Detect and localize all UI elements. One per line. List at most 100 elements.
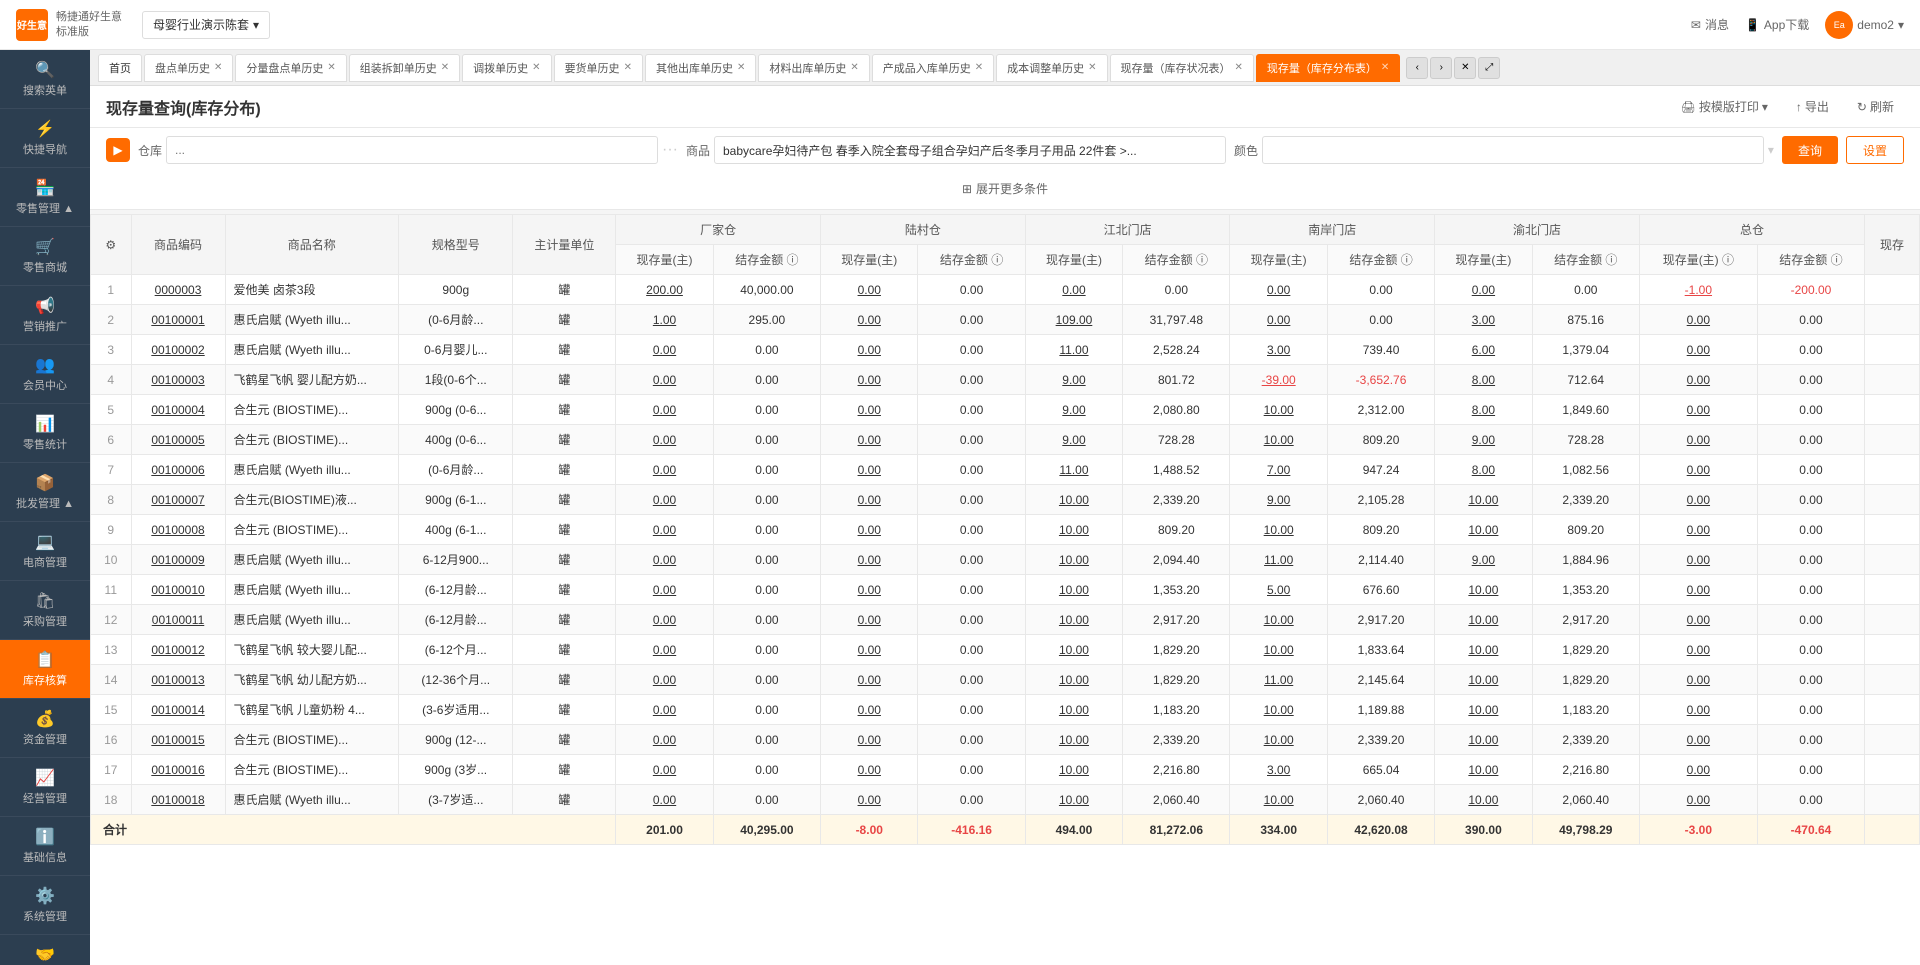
row-fj-qty: 0.00 (616, 335, 713, 365)
row-lc-qty: 0.00 (821, 785, 918, 815)
row-fj-qty: 0.00 (616, 725, 713, 755)
row-na-qty: 9.00 (1230, 485, 1327, 515)
messages-btn[interactable]: ✉ 消息 (1691, 16, 1729, 33)
sidebar-item-wholesale[interactable]: 📦 批发管理 ▲ (0, 463, 90, 522)
filter-toggle-btn[interactable]: ▶ (106, 138, 130, 162)
row-spec: (0-6月龄... (399, 305, 513, 335)
row-yb-amt: 1,353.20 (1532, 575, 1639, 605)
tab-close-stock-status[interactable]: ✕ (1235, 62, 1243, 73)
row-yb-qty: 8.00 (1435, 365, 1532, 395)
table-row: 14 00100013 飞鹤星飞帆 幼儿配方奶... (12-36个月... 罐… (91, 665, 1920, 695)
tab-purchase-req[interactable]: 要货单历史 ✕ (554, 54, 643, 82)
top-header: 好生意 畅捷通好生意 标准版 母婴行业演示陈套 ▾ ✉ 消息 📱 App下载 E… (0, 0, 1920, 50)
row-na-amt: 2,917.20 (1327, 605, 1434, 635)
th-factory-wh: 厂家仓 (616, 215, 821, 245)
warehouse-label: 仓库 (138, 142, 162, 159)
tab-close-other-out[interactable]: ✕ (737, 62, 745, 73)
tab-close-product-in[interactable]: ✕ (975, 62, 983, 73)
tab-prev-btn[interactable]: ‹ (1406, 57, 1428, 79)
tab-close-material-out[interactable]: ✕ (850, 62, 858, 73)
row-fj-amt: 0.00 (713, 785, 820, 815)
table-row: 6 00100005 合生元 (BIOSTIME)... 400g (0-6..… (91, 425, 1920, 455)
row-lc-amt: 0.00 (918, 665, 1025, 695)
tab-stock-status[interactable]: 现存量（库存状况表） ✕ (1110, 54, 1254, 82)
sidebar-item-member[interactable]: 👥 会员中心 (0, 345, 90, 404)
tab-stock-dist[interactable]: 现存量（库存分布表） ✕ (1256, 54, 1400, 82)
sidebar-item-retail[interactable]: 🏪 零售管理 ▲ (0, 168, 90, 227)
row-fj-amt: 0.00 (713, 545, 820, 575)
row-name: 爱他美 卤茶3段 (225, 275, 399, 305)
tab-close-all-btn[interactable]: ✕ (1454, 57, 1476, 79)
row-na-qty: 11.00 (1230, 665, 1327, 695)
expand-conditions-btn[interactable]: ⊞ 展开更多条件 (106, 176, 1904, 201)
sidebar-item-retail-stats[interactable]: 📊 零售统计 (0, 404, 90, 463)
row-jb-qty: 9.00 (1025, 425, 1122, 455)
tab-close-assemble[interactable]: ✕ (441, 62, 449, 73)
sidebar-item-search[interactable]: 🔍 搜索英单 (0, 50, 90, 109)
tab-close-stock-count[interactable]: ✕ (214, 62, 222, 73)
table-row: 3 00100002 惠氏启赋 (Wyeth illu... 0-6月婴儿...… (91, 335, 1920, 365)
sidebar-item-basic[interactable]: ℹ️ 基础信息 (0, 817, 90, 876)
sidebar-item-retail-store[interactable]: 🛒 零售商城 (0, 227, 90, 286)
settings-btn[interactable]: 设置 (1846, 136, 1904, 164)
logo-icon: 好生意 (16, 9, 48, 41)
sidebar-item-enterprise[interactable]: 🤝 企业协同 (0, 935, 90, 965)
row-jb-qty: 10.00 (1025, 485, 1122, 515)
tab-home[interactable]: 首页 (98, 54, 142, 82)
sidebar-item-marketing[interactable]: 📢 营销推广 (0, 286, 90, 345)
row-total-qty: 0.00 (1639, 365, 1757, 395)
sidebar-item-operations[interactable]: 📈 经营管理 (0, 758, 90, 817)
row-no: 16 (91, 725, 132, 755)
search-btn[interactable]: 查询 (1782, 136, 1838, 164)
export-btn[interactable]: ↑ 导出 (1786, 94, 1839, 119)
sidebar-item-ecommerce[interactable]: 💻 电商管理 (0, 522, 90, 581)
tab-close-cost-adj[interactable]: ✕ (1088, 62, 1096, 73)
tab-expand-btn[interactable]: ⤢ (1478, 57, 1500, 79)
row-fj-qty: 0.00 (616, 665, 713, 695)
row-lc-qty: 0.00 (821, 605, 918, 635)
app-download-btn[interactable]: 📱 App下载 (1745, 16, 1809, 33)
print-btn[interactable]: 🖨 按模版打印 ▾ (1671, 94, 1778, 119)
table-row: 11 00100010 惠氏启赋 (Wyeth illu... (6-12月龄.… (91, 575, 1920, 605)
refresh-btn[interactable]: ↻ 刷新 (1847, 94, 1904, 119)
row-na-qty: 10.00 (1230, 515, 1327, 545)
top-right: ✉ 消息 📱 App下载 Ea demo2 ▾ (1691, 11, 1904, 39)
industry-selector[interactable]: 母婴行业演示陈套 ▾ (142, 11, 270, 39)
tab-stock-count[interactable]: 盘点单历史 ✕ (144, 54, 233, 82)
row-total-amt: -200.00 (1757, 275, 1864, 305)
row-no: 9 (91, 515, 132, 545)
tab-transfer[interactable]: 调拨单历史 ✕ (462, 54, 551, 82)
tab-product-in[interactable]: 产成品入库单历史 ✕ (872, 54, 994, 82)
row-na-amt: 665.04 (1327, 755, 1434, 785)
table-row: 8 00100007 合生元(BIOSTIME)液... 900g (6-1..… (91, 485, 1920, 515)
row-total-amt: 0.00 (1757, 515, 1864, 545)
tab-close-stock-dist[interactable]: ✕ (1381, 62, 1389, 73)
tab-close-transfer[interactable]: ✕ (532, 62, 540, 73)
tab-material-out[interactable]: 材料出库单历史 ✕ (758, 54, 869, 82)
warehouse-input[interactable] (166, 136, 658, 164)
user-menu[interactable]: Ea demo2 ▾ (1825, 11, 1904, 39)
th-current: 现存 (1865, 215, 1920, 275)
row-yb-qty: 10.00 (1435, 725, 1532, 755)
tab-next-btn[interactable]: › (1430, 57, 1452, 79)
row-na-qty: 10.00 (1230, 425, 1327, 455)
sidebar-item-inventory[interactable]: 📋 库存核算 (0, 640, 90, 699)
row-spec: (3-7岁适... (399, 785, 513, 815)
table-row: 5 00100004 合生元 (BIOSTIME)... 900g (0-6..… (91, 395, 1920, 425)
tab-close-dist-stock[interactable]: ✕ (327, 62, 335, 73)
tab-close-purchase-req[interactable]: ✕ (624, 62, 632, 73)
sidebar-item-purchase[interactable]: 🛍 采购管理 (0, 581, 90, 640)
goods-input[interactable] (714, 136, 1226, 164)
logo-area: 好生意 畅捷通好生意 标准版 母婴行业演示陈套 ▾ (16, 9, 270, 41)
tab-other-out[interactable]: 其他出库单历史 ✕ (645, 54, 756, 82)
row-fj-amt: 0.00 (713, 335, 820, 365)
tab-cost-adj[interactable]: 成本调整单历史 ✕ (996, 54, 1107, 82)
sidebar-item-quick-nav[interactable]: ⚡ 快捷导航 (0, 109, 90, 168)
color-input[interactable] (1262, 136, 1764, 164)
sidebar-item-finance[interactable]: 💰 资金管理 (0, 699, 90, 758)
sidebar-item-system[interactable]: ⚙️ 系统管理 (0, 876, 90, 935)
tab-dist-stock[interactable]: 分量盘点单历史 ✕ (235, 54, 346, 82)
th-code: 商品编码 (131, 215, 225, 275)
row-yb-qty: 8.00 (1435, 455, 1532, 485)
tab-assemble[interactable]: 组装拆卸单历史 ✕ (349, 54, 460, 82)
